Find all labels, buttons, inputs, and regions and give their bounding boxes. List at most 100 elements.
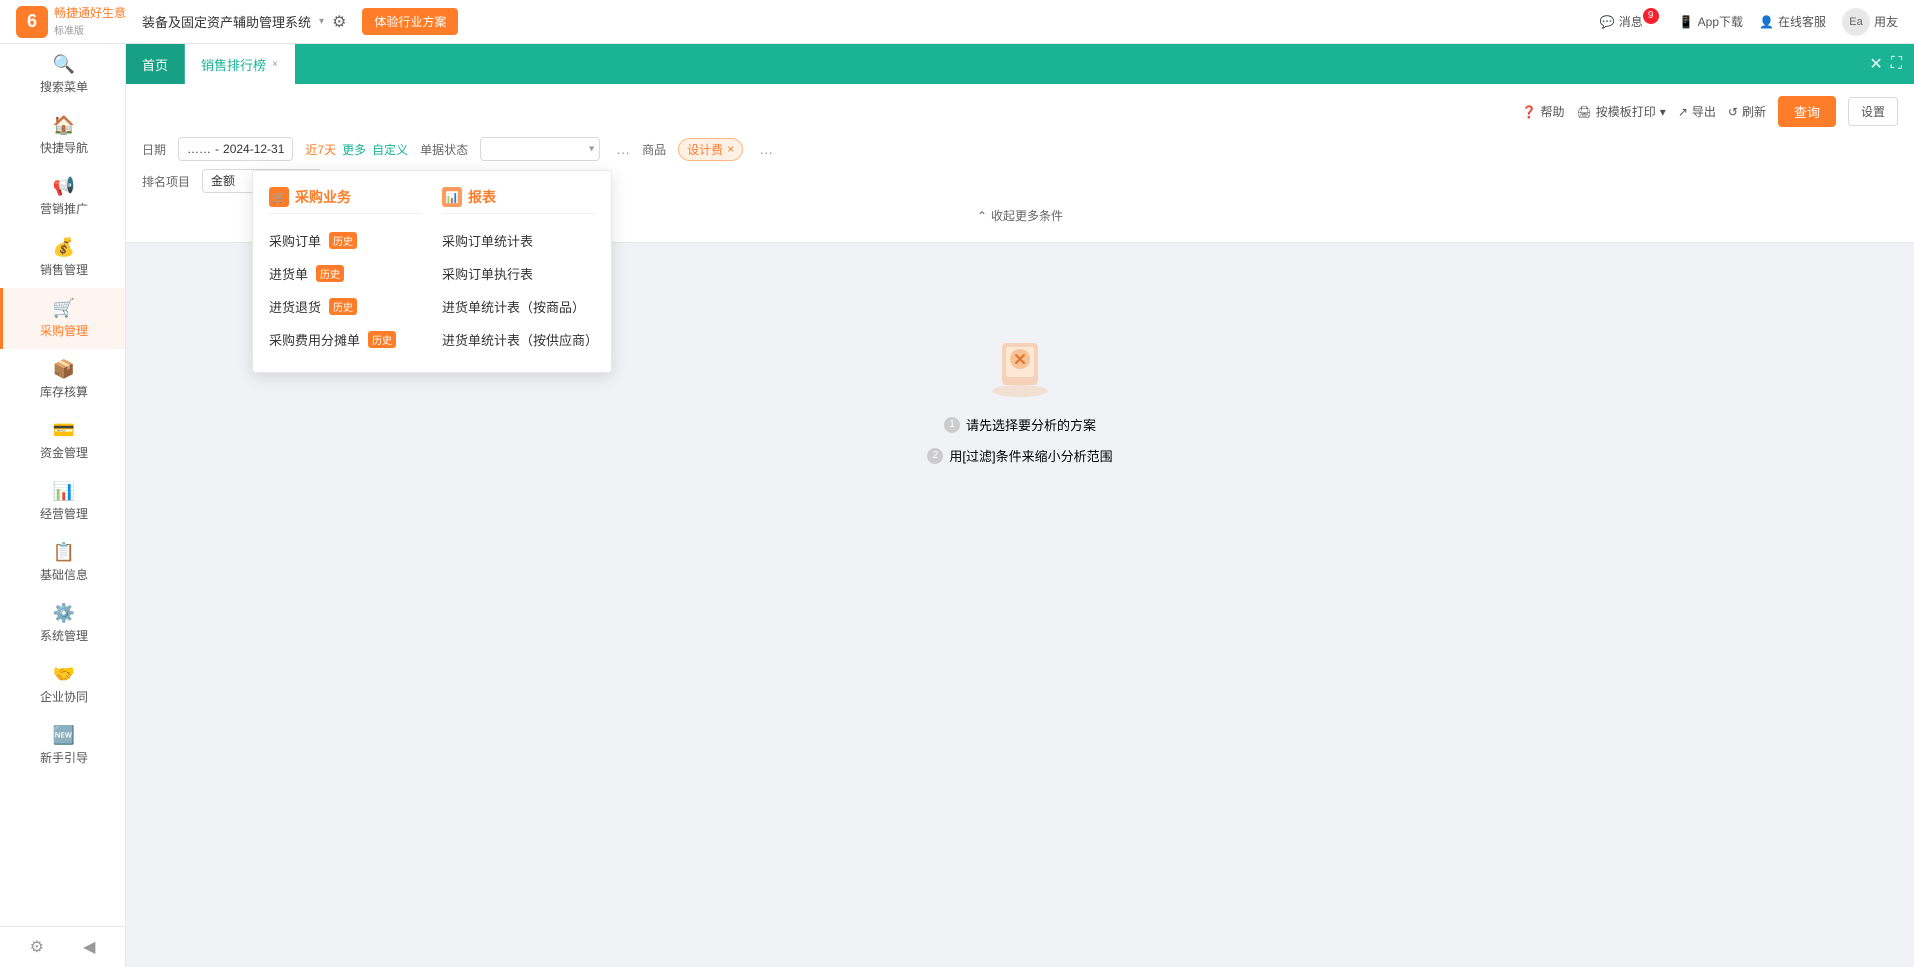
funds-icon: 💳 xyxy=(53,420,75,441)
purchase-dropdown-menu: 🛒 采购业务 采购订单 历史 进货单 历史 xyxy=(252,170,612,373)
purchase-order-label: 采购订单 xyxy=(269,231,321,250)
sidebar-label-purchase: 采购管理 xyxy=(40,322,88,339)
collapse-btn[interactable]: ⌃ 收起更多条件 xyxy=(971,201,1069,230)
print-icon: 🖨 xyxy=(1577,105,1592,119)
date-preset-7days[interactable]: 近7天 xyxy=(305,141,336,158)
order-status-select[interactable] xyxy=(480,137,600,161)
order-status-ellipsis[interactable]: … xyxy=(616,141,630,157)
sidebar-item-purchase[interactable]: 🛒 采购管理 xyxy=(0,288,125,349)
system-settings-icon[interactable]: ⚙ xyxy=(332,12,346,32)
tab-maximize-btn[interactable]: ⛶ xyxy=(1891,55,1902,73)
system-title: 装备及固定资产辅助管理系统 xyxy=(142,12,311,31)
tab-home-label: 首页 xyxy=(142,55,168,74)
avatar: Ea xyxy=(1842,8,1870,36)
sidebar-label-system: 系统管理 xyxy=(40,627,88,644)
main-layout: 🔍 搜索菜单 🏠 快捷导航 📢 营销推广 💰 销售管理 🛒 采购管理 📦 xyxy=(0,44,1914,967)
date-value: …… xyxy=(187,142,211,156)
sidebar-settings-btn[interactable]: ⚙ xyxy=(30,937,44,957)
sidebar-item-inventory[interactable]: 📦 库存核算 xyxy=(0,349,125,410)
date-range[interactable]: …… - 2024-12-31 xyxy=(178,137,293,161)
service-icon: 👤 xyxy=(1759,15,1774,29)
export-btn[interactable]: ↗ 导出 xyxy=(1678,103,1716,120)
sidebar-label-cooperation: 企业协同 xyxy=(40,688,88,705)
industry-btn[interactable]: 体验行业方案 xyxy=(362,8,458,35)
dropdown-expense[interactable]: 采购费用分摊单 历史 xyxy=(269,323,422,356)
print-btn[interactable]: 🖨 按模板打印 ▾ xyxy=(1577,103,1666,120)
user-label: 用友 xyxy=(1874,13,1898,30)
tab-right-area: ✕ ⛶ xyxy=(1869,54,1914,74)
tab-sales-rank-label: 销售排行榜 xyxy=(201,55,266,74)
sidebar-item-system[interactable]: ⚙️ 系统管理 xyxy=(0,593,125,654)
sidebar-label-inventory: 库存核算 xyxy=(40,383,88,400)
help-btn[interactable]: ❓ 帮助 xyxy=(1522,103,1565,120)
report-purchase-exec-label: 采购订单执行表 xyxy=(442,264,533,283)
tab-close-icon[interactable]: × xyxy=(272,59,278,70)
system-title-arrow[interactable]: ▾ xyxy=(319,16,324,27)
tab-close-btn[interactable]: ✕ xyxy=(1869,54,1882,74)
return-label: 进货退货 xyxy=(269,297,321,316)
sidebar-item-operations[interactable]: 📊 经营管理 xyxy=(0,471,125,532)
dropdown-report-purchase-exec[interactable]: 采购订单执行表 xyxy=(442,257,595,290)
sidebar-item-marketing[interactable]: 📢 营销推广 xyxy=(0,166,125,227)
report-purchase-stat-label: 采购订单统计表 xyxy=(442,231,533,250)
sales-icon: 💰 xyxy=(53,237,75,258)
search-icon: 🔍 xyxy=(53,54,75,75)
sidebar-label-operations: 经营管理 xyxy=(40,505,88,522)
sidebar: 🔍 搜索菜单 🏠 快捷导航 📢 营销推广 💰 销售管理 🛒 采购管理 📦 xyxy=(0,44,126,967)
order-status-select-wrap xyxy=(480,137,600,161)
filter-toolbar: ❓ 帮助 🖨 按模板打印 ▾ ↗ 导出 ↺ xyxy=(142,96,1898,127)
tab-sales-rank[interactable]: 销售排行榜 × xyxy=(185,44,295,84)
product-tag-close[interactable]: × xyxy=(727,142,734,156)
online-service-btn[interactable]: 👤 在线客服 xyxy=(1759,13,1826,30)
sidebar-item-quick-nav[interactable]: 🏠 快捷导航 xyxy=(0,105,125,166)
tab-home[interactable]: 首页 xyxy=(126,44,185,84)
cooperation-icon: 🤝 xyxy=(53,664,75,685)
date-preset-custom[interactable]: 自定义 xyxy=(372,141,408,158)
app-download-btn[interactable]: 📱 App下载 xyxy=(1679,13,1743,30)
sidebar-item-cooperation[interactable]: 🤝 企业协同 xyxy=(0,654,125,715)
filter-row-1: 日期 …… - 2024-12-31 近7天 更多 自定义 单据状态 xyxy=(142,137,1898,161)
top-bar: 6 畅捷通好生意 标准版 装备及固定资产辅助管理系统 ▾ ⚙ 体验行业方案 💬 … xyxy=(0,0,1914,44)
product-ellipsis[interactable]: … xyxy=(759,141,773,157)
print-arrow[interactable]: ▾ xyxy=(1660,105,1666,119)
report-col-title-text: 报表 xyxy=(468,187,496,207)
export-icon: ↗ xyxy=(1678,105,1688,119)
sidebar-label-quick-nav: 快捷导航 xyxy=(40,139,88,156)
sidebar-item-guide[interactable]: 🆕 新手引导 xyxy=(0,715,125,776)
expense-label: 采购费用分摊单 xyxy=(269,330,360,349)
dropdown-purchase-col: 🛒 采购业务 采购订单 历史 进货单 历史 xyxy=(269,187,422,356)
dropdown-return[interactable]: 进货退货 历史 xyxy=(269,290,422,323)
user-btn[interactable]: Ea 用友 xyxy=(1842,8,1898,36)
sidebar-bottom: ⚙ ◀ xyxy=(0,926,125,967)
dropdown-report-col: 📊 报表 采购订单统计表 采购订单执行表 进货单统计表（按商品） xyxy=(442,187,595,356)
return-history: 历史 xyxy=(329,298,357,315)
sidebar-collapse-btn[interactable]: ◀ xyxy=(83,937,95,957)
online-service-label: 在线客服 xyxy=(1778,13,1826,30)
sidebar-item-search[interactable]: 🔍 搜索菜单 xyxy=(0,44,125,105)
dropdown-purchase-order[interactable]: 采购订单 历史 xyxy=(269,224,422,257)
sidebar-item-basic-info[interactable]: 📋 基础信息 xyxy=(0,532,125,593)
empty-step1-row: 1 请先选择要分析的方案 xyxy=(944,415,1096,434)
logo-area: 6 畅捷通好生意 标准版 xyxy=(16,6,126,38)
logo-icon: 6 xyxy=(16,6,48,38)
empty-step1-text: 请先选择要分析的方案 xyxy=(966,415,1096,434)
step1-num: 1 xyxy=(944,417,960,433)
dropdown-report-incoming-supplier[interactable]: 进货单统计表（按供应商） xyxy=(442,323,595,356)
date-preset-more[interactable]: 更多 xyxy=(342,141,366,158)
product-tag: 设计费 × xyxy=(678,138,743,161)
logo-line1: 畅捷通好生意 xyxy=(54,6,126,22)
settings-btn[interactable]: 设置 xyxy=(1848,97,1898,126)
help-icon: ❓ xyxy=(1522,105,1537,119)
sidebar-item-funds[interactable]: 💳 资金管理 xyxy=(0,410,125,471)
inventory-icon: 📦 xyxy=(53,359,75,380)
sidebar-item-sales[interactable]: 💰 销售管理 xyxy=(0,227,125,288)
incoming-label: 进货单 xyxy=(269,264,308,283)
dropdown-report-incoming-product[interactable]: 进货单统计表（按商品） xyxy=(442,290,595,323)
top-right-area: 💬 消息 9 📱 App下载 👤 在线客服 Ea 用友 xyxy=(1600,8,1898,36)
purchase-col-title: 🛒 采购业务 xyxy=(269,187,422,214)
refresh-btn[interactable]: ↺ 刷新 xyxy=(1728,103,1766,120)
dropdown-report-purchase-stat[interactable]: 采购订单统计表 xyxy=(442,224,595,257)
dropdown-incoming[interactable]: 进货单 历史 xyxy=(269,257,422,290)
query-btn[interactable]: 查询 xyxy=(1778,96,1836,127)
messages-btn[interactable]: 💬 消息 9 xyxy=(1600,13,1663,30)
